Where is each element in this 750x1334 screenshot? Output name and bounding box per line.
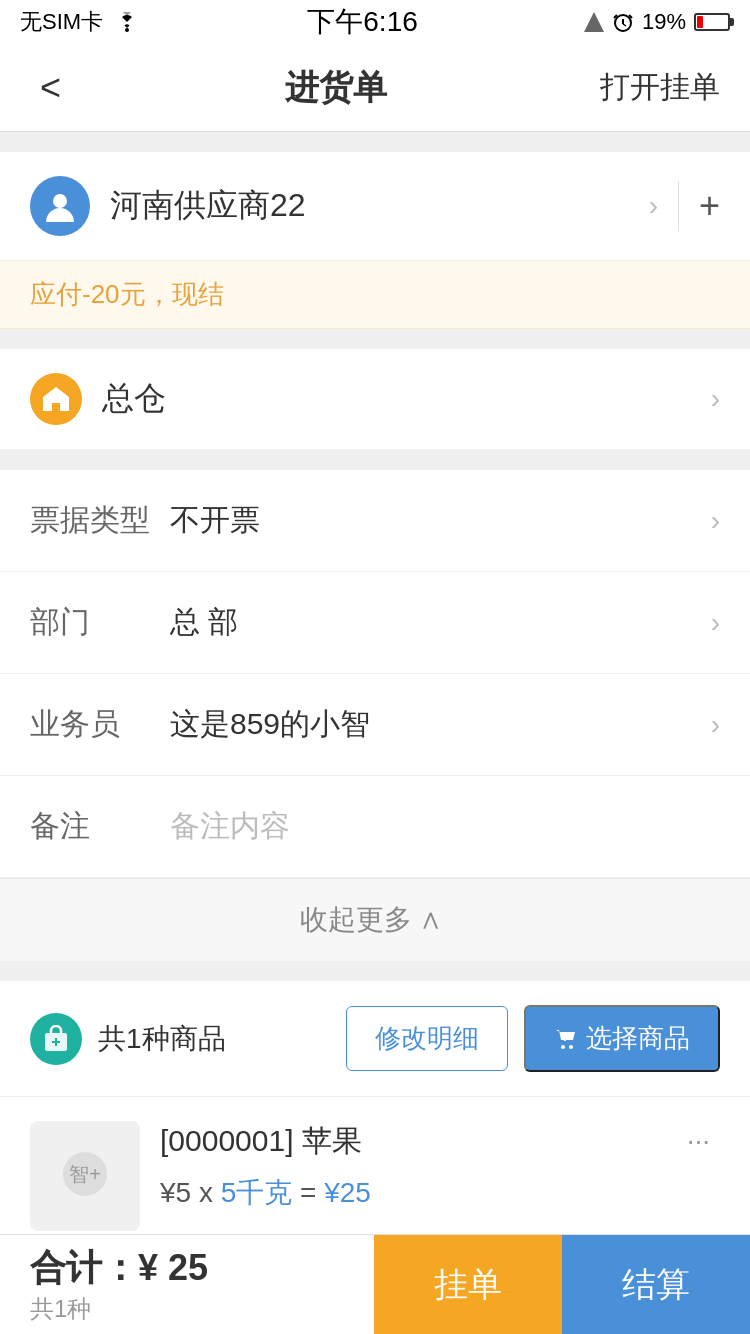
supplier-notice: 应付-20元，现结: [0, 261, 750, 329]
choose-product-label: 选择商品: [586, 1021, 690, 1056]
total-label: 合计：: [30, 1247, 138, 1288]
footer-total-main: 合计：¥ 25: [30, 1244, 344, 1293]
product-unit-price: ¥5: [160, 1177, 191, 1208]
product-name: [0000001] 苹果: [160, 1121, 677, 1162]
battery-percent: 19%: [642, 9, 686, 35]
product-header: 共1种商品 修改明细 选择商品: [0, 981, 750, 1097]
product-qty: 5千克: [221, 1177, 293, 1208]
price-eq: =: [300, 1177, 324, 1208]
collapse-text: 收起更多 ∧: [300, 901, 443, 939]
salesperson-row[interactable]: 业务员 这是859的小智 ›: [0, 674, 750, 776]
svg-point-8: [561, 1045, 565, 1049]
choose-product-button[interactable]: 选择商品: [524, 1005, 720, 1072]
footer-total-sub: 共1种: [30, 1293, 344, 1325]
dept-label: 部门: [30, 602, 170, 643]
warehouse-chevron: ›: [711, 383, 720, 415]
product-count-icon: [30, 1013, 82, 1065]
dept-value: 总 部: [170, 602, 711, 643]
svg-text:智+: 智+: [69, 1163, 101, 1185]
svg-point-9: [569, 1045, 573, 1049]
warehouse-icon: [30, 373, 82, 425]
nav-bar: < 进货单 打开挂单: [0, 44, 750, 132]
salesperson-label: 业务员: [30, 704, 170, 745]
supplier-name: 河南供应商22: [110, 184, 649, 228]
supplier-row[interactable]: 河南供应商22 › +: [0, 152, 750, 261]
open-hang-button[interactable]: 打开挂单: [600, 67, 720, 108]
carrier-text: 无SIM卡: [20, 7, 103, 37]
battery-icon: [694, 13, 730, 31]
product-code: [0000001]: [160, 1124, 293, 1157]
product-more-button[interactable]: ···: [677, 1121, 720, 1161]
status-bar: 无SIM卡 下午6:16 19%: [0, 0, 750, 44]
product-price-row: ¥5 x 5千克 = ¥25: [160, 1174, 677, 1212]
warehouse-section: 总仓 ›: [0, 349, 750, 450]
hang-button[interactable]: 挂单: [374, 1235, 562, 1334]
supplier-section: 河南供应商22 › + 应付-20元，现结: [0, 152, 750, 329]
dept-chevron: ›: [711, 607, 720, 639]
svg-point-4: [53, 194, 67, 208]
cart-icon: [554, 1028, 578, 1050]
product-info: [0000001] 苹果 ¥5 x 5千克 = ¥25: [160, 1121, 677, 1212]
invoice-label: 票据类型: [30, 500, 170, 541]
product-title: 苹果: [302, 1124, 362, 1157]
salesperson-value: 这是859的小智: [170, 704, 711, 745]
gap-3: [0, 450, 750, 470]
dept-row[interactable]: 部门 总 部 ›: [0, 572, 750, 674]
product-logo: 智+: [50, 1146, 120, 1206]
shopping-bag-icon: [41, 1025, 71, 1053]
gap-2: [0, 329, 750, 349]
alarm-icon: [612, 11, 634, 33]
collapse-bar[interactable]: 收起更多 ∧: [0, 878, 750, 961]
product-item: 智+ [0000001] 苹果 ¥5 x 5千克 = ¥25 ···: [0, 1097, 750, 1256]
remark-placeholder: 备注内容: [170, 806, 720, 847]
product-thumbnail: 智+: [30, 1121, 140, 1231]
svg-point-0: [125, 28, 129, 32]
supplier-chevron: ›: [649, 190, 658, 222]
total-amount: ¥ 25: [138, 1247, 208, 1288]
invoice-row[interactable]: 票据类型 不开票 ›: [0, 470, 750, 572]
gap-1: [0, 132, 750, 152]
back-button[interactable]: <: [30, 57, 71, 119]
wifi-icon: [113, 12, 141, 32]
gap-4: [0, 961, 750, 981]
price-x: x: [199, 1177, 221, 1208]
warehouse-name: 总仓: [102, 377, 711, 421]
settle-button[interactable]: 结算: [562, 1235, 750, 1334]
supplier-divider: [678, 181, 679, 231]
location-icon: [584, 12, 604, 32]
product-count-text: 共1种商品: [98, 1020, 346, 1058]
edit-detail-button[interactable]: 修改明细: [346, 1006, 508, 1071]
person-icon: [42, 188, 78, 224]
home-icon: [41, 385, 71, 413]
salesperson-chevron: ›: [711, 709, 720, 741]
svg-line-3: [623, 24, 626, 26]
footer-total: 合计：¥ 25 共1种: [0, 1235, 374, 1334]
supplier-avatar: [30, 176, 90, 236]
remark-label: 备注: [30, 806, 170, 847]
add-supplier-button[interactable]: +: [699, 185, 720, 227]
footer: 合计：¥ 25 共1种 挂单 结算: [0, 1234, 750, 1334]
status-time: 下午6:16: [307, 3, 418, 41]
invoice-value: 不开票: [170, 500, 711, 541]
status-right: 19%: [584, 9, 730, 35]
product-total: ¥25: [324, 1177, 371, 1208]
products-section: 共1种商品 修改明细 选择商品 智+ [0000001] 苹果: [0, 981, 750, 1256]
remark-row[interactable]: 备注 备注内容: [0, 776, 750, 878]
page-title: 进货单: [285, 65, 387, 111]
status-carrier: 无SIM卡: [20, 7, 141, 37]
form-section: 票据类型 不开票 › 部门 总 部 › 业务员 这是859的小智 › 备注 备注…: [0, 470, 750, 961]
warehouse-row[interactable]: 总仓 ›: [0, 349, 750, 450]
invoice-chevron: ›: [711, 505, 720, 537]
